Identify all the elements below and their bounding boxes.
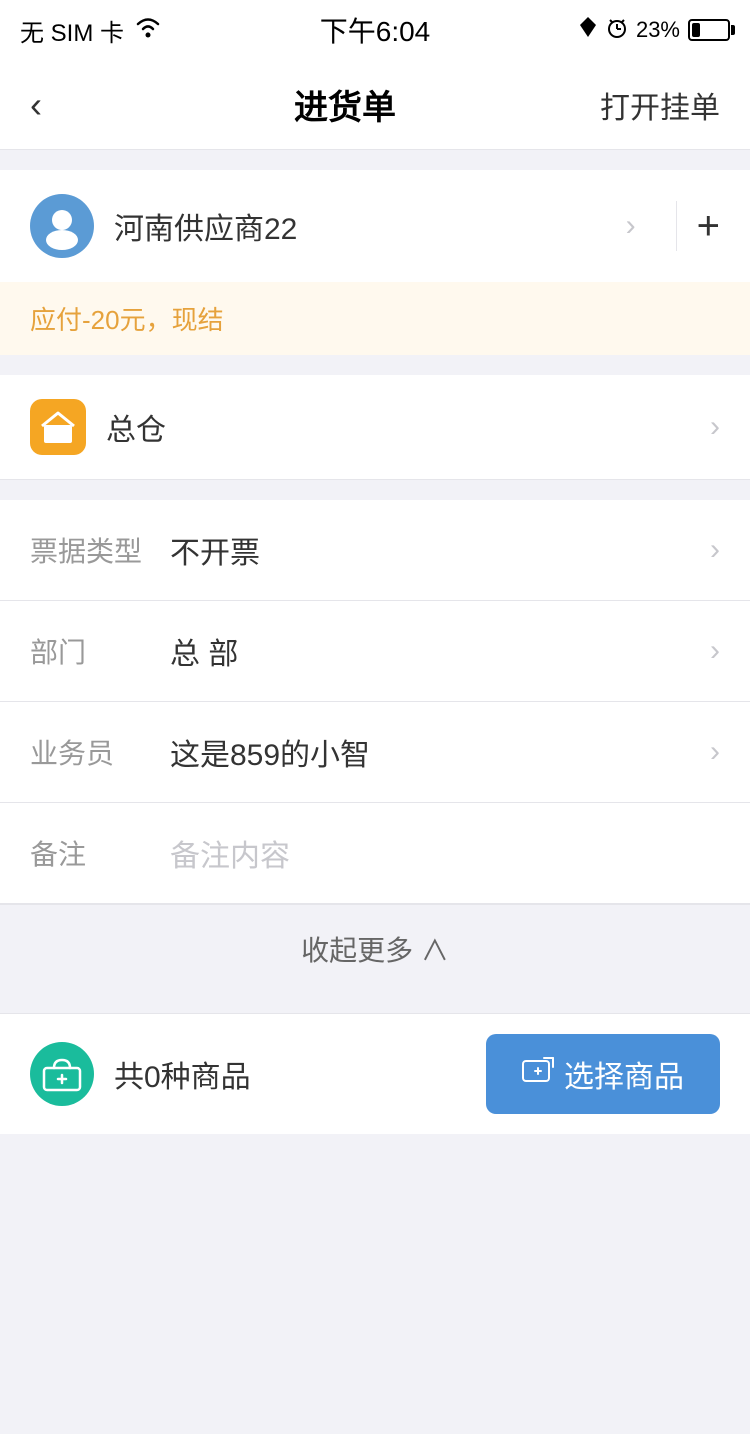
- collapse-label: 收起更多 ∧: [301, 935, 449, 966]
- invoice-type-chevron-icon: ›: [710, 533, 720, 567]
- department-chevron-icon: ›: [710, 634, 720, 668]
- supplier-name: 河南供应商22: [114, 204, 626, 248]
- salesperson-chevron-icon: ›: [710, 735, 720, 769]
- notice-bar: 应付-20元，现结: [0, 282, 750, 355]
- wifi-icon: [134, 16, 162, 45]
- location-icon: [578, 15, 598, 45]
- gap-2: [0, 355, 750, 375]
- warehouse-icon: [30, 399, 86, 455]
- remark-row[interactable]: 备注 备注内容: [0, 803, 750, 904]
- divider: [676, 201, 677, 251]
- open-pending-button[interactable]: 打开挂单: [600, 83, 720, 127]
- warehouse-chevron-icon: ›: [710, 410, 720, 444]
- department-row[interactable]: 部门 总 部 ›: [0, 601, 750, 702]
- invoice-type-row[interactable]: 票据类型 不开票 ›: [0, 500, 750, 601]
- supplier-section: 河南供应商22 › + 应付-20元，现结: [0, 170, 750, 355]
- supplier-chevron-icon: ›: [626, 209, 636, 243]
- salesperson-row[interactable]: 业务员 这是859的小智 ›: [0, 702, 750, 803]
- salesperson-value: 这是859的小智: [170, 730, 710, 774]
- product-count: 共0种商品: [114, 1052, 486, 1096]
- remark-input[interactable]: 备注内容: [170, 831, 720, 875]
- supplier-row[interactable]: 河南供应商22 › +: [0, 170, 750, 282]
- product-bar: 共0种商品 选择商品: [0, 1013, 750, 1134]
- carrier-label: 无 SIM 卡: [20, 13, 124, 48]
- battery-percent: 23%: [636, 17, 680, 43]
- select-product-button[interactable]: 选择商品: [486, 1034, 720, 1114]
- salesperson-label: 业务员: [30, 732, 170, 772]
- collapse-toggle[interactable]: 收起更多 ∧: [0, 904, 750, 993]
- select-product-label: 选择商品: [564, 1052, 684, 1096]
- status-left: 无 SIM 卡: [20, 13, 162, 48]
- invoice-type-label: 票据类型: [30, 530, 170, 570]
- page-background: [0, 1134, 750, 1434]
- battery-icon: [688, 19, 730, 41]
- warehouse-name: 总仓: [106, 405, 710, 449]
- notice-text: 应付-20元，现结: [30, 305, 224, 335]
- remark-label: 备注: [30, 833, 170, 873]
- supplier-avatar: [30, 194, 94, 258]
- invoice-type-value: 不开票: [170, 528, 710, 572]
- form-section: 票据类型 不开票 › 部门 总 部 › 业务员 这是859的小智 › 备注 备注…: [0, 500, 750, 993]
- warehouse-section: 总仓 ›: [0, 375, 750, 480]
- department-label: 部门: [30, 631, 170, 671]
- page-title: 进货单: [294, 80, 396, 129]
- alarm-icon: [606, 16, 628, 44]
- warehouse-row[interactable]: 总仓 ›: [0, 375, 750, 480]
- add-supplier-button[interactable]: +: [697, 206, 720, 246]
- product-icon: [30, 1042, 94, 1106]
- department-value: 总 部: [170, 629, 710, 673]
- back-button[interactable]: ‹: [30, 84, 90, 126]
- status-bar: 无 SIM 卡 下午6:04 23%: [0, 0, 750, 60]
- gap-1: [0, 150, 750, 170]
- nav-bar: ‹ 进货单 打开挂单: [0, 60, 750, 150]
- gap-3: [0, 480, 750, 500]
- status-right: 23%: [578, 15, 730, 45]
- status-time: 下午6:04: [320, 10, 431, 50]
- select-product-icon: [522, 1057, 554, 1092]
